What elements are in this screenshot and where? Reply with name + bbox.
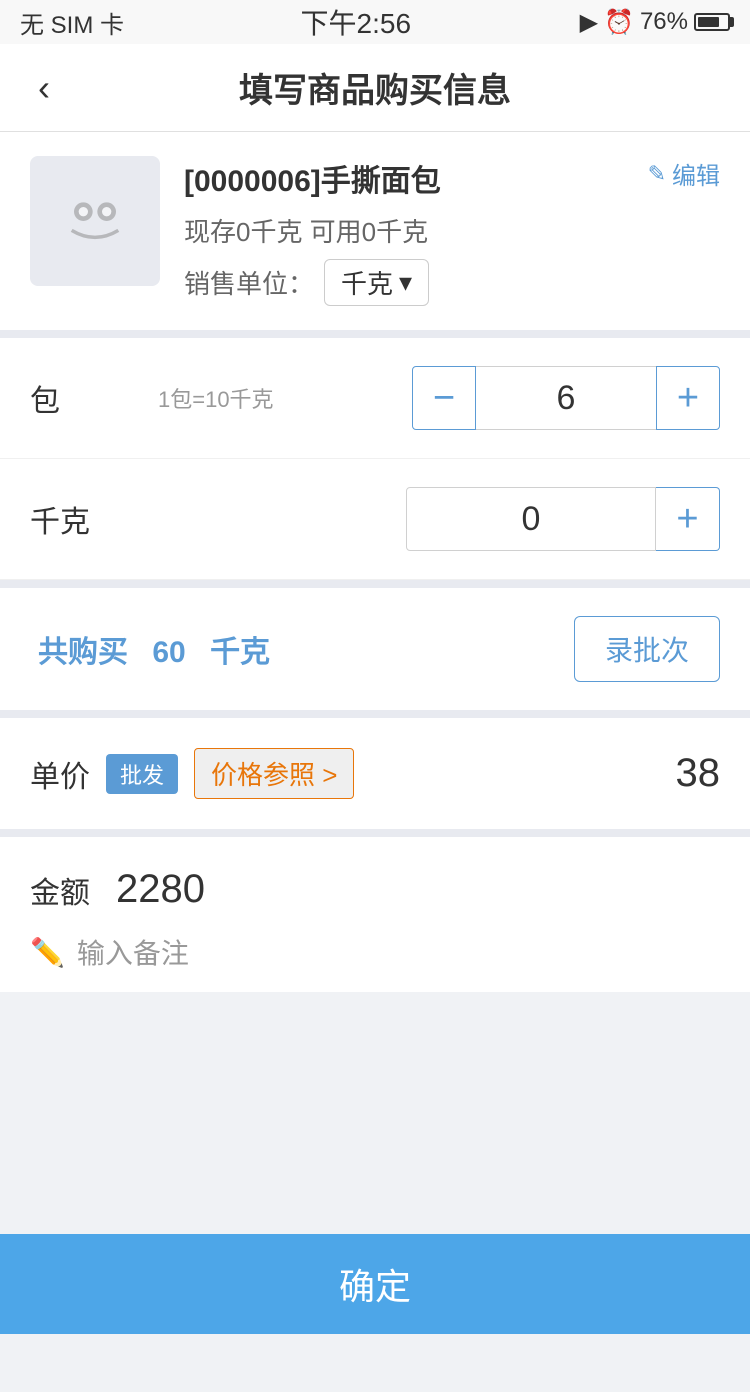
kg-qty-control: +	[406, 487, 720, 551]
edit-label: 编辑	[672, 156, 720, 191]
battery-icon	[694, 13, 730, 31]
product-image	[30, 156, 160, 286]
amount-section: 金额 2280 ✏️ 输入备注	[0, 829, 750, 992]
price-tag: 批发	[106, 754, 178, 794]
time-display: 下午2:56	[301, 2, 412, 42]
note-placeholder[interactable]: 输入备注	[77, 932, 189, 972]
amount-value: 2280	[116, 867, 205, 912]
kg-qty-input[interactable]	[406, 487, 656, 551]
summary-qty: 60	[152, 636, 185, 669]
bao-row: 包 1包=10千克 − +	[0, 338, 750, 459]
battery-text: 76%	[640, 8, 688, 36]
page-title: 填写商品购买信息	[239, 63, 511, 112]
kg-row: 千克 +	[0, 459, 750, 580]
unit-value: 千克	[341, 264, 393, 301]
kg-label: 千克	[30, 497, 130, 541]
bao-qty-control: − +	[412, 366, 720, 430]
location-icon: ▶	[580, 8, 598, 37]
dropdown-icon: ▾	[399, 267, 412, 298]
bao-plus-button[interactable]: +	[656, 366, 720, 430]
amount-label: 金额	[30, 868, 90, 912]
status-right: ▶ ⏰ 76%	[580, 8, 730, 37]
summary-text: 共购买 60 千克	[30, 627, 278, 671]
product-stock: 现存0千克 可用0千克	[184, 212, 720, 249]
summary-prefix: 共购买	[38, 636, 128, 669]
summary-row: 共购买 60 千克 录批次	[0, 580, 750, 718]
back-button[interactable]: ‹	[28, 57, 60, 119]
unit-select[interactable]: 千克 ▾	[324, 259, 429, 306]
product-unit-row: 销售单位： 千克 ▾	[184, 259, 720, 306]
product-name: [0000006]手撕面包	[184, 156, 441, 200]
status-left: 无 SIM 卡	[20, 5, 132, 40]
unit-label: 销售单位：	[184, 264, 314, 301]
edit-icon: ✎	[648, 161, 666, 187]
alarm-icon: ⏰	[604, 8, 634, 37]
confirm-button[interactable]: 确定	[0, 1234, 750, 1334]
bao-qty-input[interactable]	[476, 366, 656, 430]
product-info: [0000006]手撕面包 ✎ 编辑 现存0千克 可用0千克 销售单位： 千克 …	[184, 156, 720, 306]
product-card: [0000006]手撕面包 ✎ 编辑 现存0千克 可用0千克 销售单位： 千克 …	[0, 132, 750, 338]
price-value: 38	[676, 751, 721, 796]
nav-bar: ‹ 填写商品购买信息	[0, 44, 750, 132]
kg-plus-button[interactable]: +	[656, 487, 720, 551]
status-bar: 无 SIM 卡 下午2:56 ▶ ⏰ 76%	[0, 0, 750, 44]
form-section: 包 1包=10千克 − + 千克 +	[0, 338, 750, 580]
pencil-icon: ✏️	[30, 936, 65, 969]
bao-label: 包	[30, 376, 130, 420]
price-row: 单价 批发 价格参照 > 38	[30, 748, 720, 799]
record-batch-button[interactable]: 录批次	[574, 616, 720, 682]
summary-unit: 千克	[210, 636, 270, 669]
edit-button[interactable]: ✎ 编辑	[648, 156, 720, 191]
carrier-text: 无 SIM 卡	[20, 5, 124, 40]
bao-sub-label: 1包=10千克	[158, 382, 274, 414]
amount-row: 金额 2280	[30, 867, 720, 912]
price-label: 单价	[30, 752, 90, 796]
bao-minus-button[interactable]: −	[412, 366, 476, 430]
price-ref-button[interactable]: 价格参照 >	[194, 748, 354, 799]
price-section: 单价 批发 价格参照 > 38	[0, 718, 750, 829]
note-row: ✏️ 输入备注	[30, 932, 720, 992]
